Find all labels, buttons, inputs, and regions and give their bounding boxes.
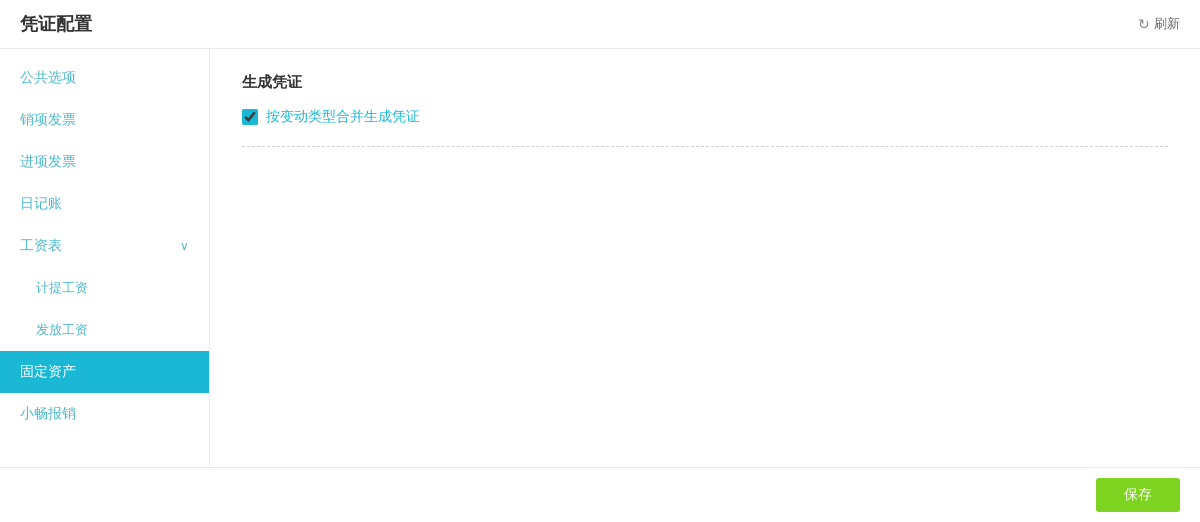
refresh-icon: ↻ [1138,16,1150,32]
section-title: 生成凭证 [242,73,1168,92]
merge-by-type-label[interactable]: 按变动类型合并生成凭证 [266,108,420,126]
refresh-button[interactable]: ↻ 刷新 [1138,15,1180,33]
sidebar-item-label: 小畅报销 [20,405,76,423]
page-title: 凭证配置 [20,12,92,36]
sidebar-item-purchase-invoice[interactable]: 进项发票 [0,141,209,183]
sidebar-item-label: 计提工资 [36,279,88,297]
sidebar-item-label: 进项发票 [20,153,76,171]
chevron-down-icon: ∨ [180,239,189,253]
sidebar: 公共选项 销项发票 进项发票 日记账 工资表 ∨ 计提工资 发放工资 固定资 [0,49,210,467]
merge-by-type-checkbox[interactable] [242,109,258,125]
sidebar-item-payroll-issue[interactable]: 发放工资 [0,309,209,351]
sidebar-item-label: 公共选项 [20,69,76,87]
sidebar-item-label: 日记账 [20,195,62,213]
page-wrapper: 凭证配置 ↻ 刷新 公共选项 销项发票 进项发票 日记账 工资表 ∨ [0,0,1200,522]
sidebar-item-payroll[interactable]: 工资表 ∨ [0,225,209,267]
save-button[interactable]: 保存 [1096,478,1180,512]
sidebar-item-journal[interactable]: 日记账 [0,183,209,225]
sidebar-item-label: 销项发票 [20,111,76,129]
sidebar-item-fixed-assets[interactable]: 固定资产 [0,351,209,393]
sidebar-item-label: 发放工资 [36,321,88,339]
sidebar-item-public[interactable]: 公共选项 [0,57,209,99]
sidebar-item-payroll-accrue[interactable]: 计提工资 [0,267,209,309]
content-wrapper: 公共选项 销项发票 进项发票 日记账 工资表 ∨ 计提工资 发放工资 固定资 [0,49,1200,467]
page-header: 凭证配置 ↻ 刷新 [0,0,1200,49]
checkbox-row: 按变动类型合并生成凭证 [242,108,1168,126]
sidebar-item-sales-invoice[interactable]: 销项发票 [0,99,209,141]
page-footer: 保存 [0,467,1200,522]
refresh-label: 刷新 [1154,15,1180,33]
sidebar-item-label: 工资表 [20,237,62,255]
main-content: 生成凭证 按变动类型合并生成凭证 [210,49,1200,467]
section-divider [242,146,1168,147]
sidebar-item-expense[interactable]: 小畅报销 [0,393,209,435]
sidebar-item-label: 固定资产 [20,363,76,381]
